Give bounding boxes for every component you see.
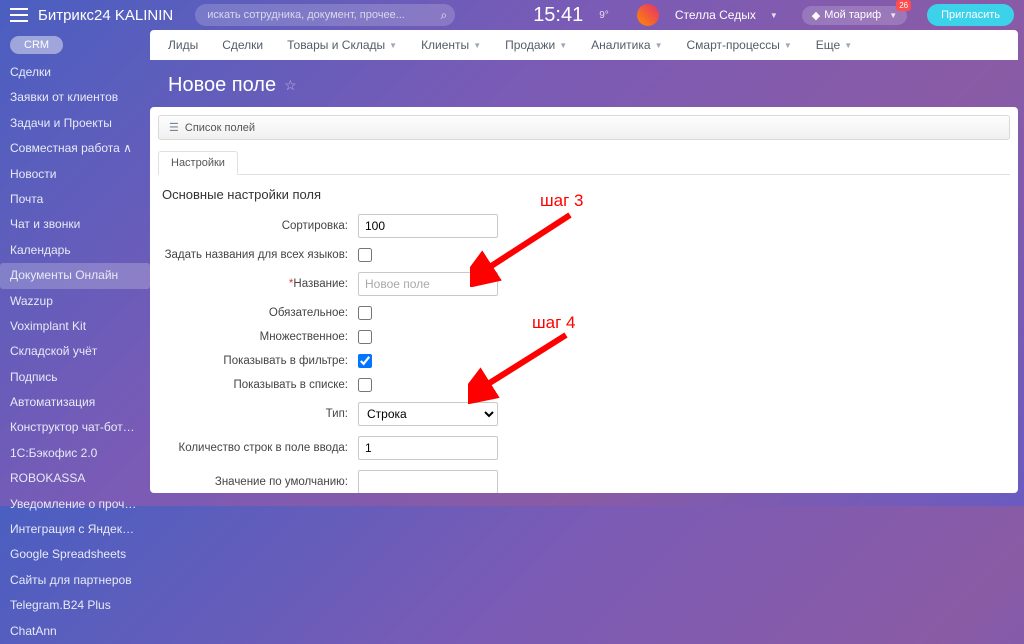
sidebar-item[interactable]: Совместная работа ∧ xyxy=(0,136,150,161)
star-icon[interactable]: ☆ xyxy=(284,77,297,94)
sidebar-item[interactable]: Чат и звонки xyxy=(0,212,150,237)
label-list: Показывать в списке: xyxy=(158,379,358,391)
sidebar-item[interactable]: Складской учёт xyxy=(0,339,150,364)
rows-input[interactable] xyxy=(358,436,498,460)
crm-pill[interactable]: CRM xyxy=(10,36,63,54)
search-icon[interactable]: ⌕ xyxy=(441,8,448,23)
label-alllang: Задать названия для всех языков: xyxy=(158,249,358,261)
label-required: Обязательное: xyxy=(158,307,358,319)
nav-tab[interactable]: Лиды xyxy=(168,38,198,52)
sidebar-item[interactable]: ChatAnn xyxy=(0,619,150,644)
hamburger-icon[interactable] xyxy=(10,8,28,22)
sidebar: CRM СделкиЗаявки от клиентовЗадачи и Про… xyxy=(0,30,150,506)
username[interactable]: Стелла Седых xyxy=(675,8,756,22)
shield-icon: ◆ xyxy=(812,9,820,22)
sidebar-item[interactable]: Voximplant Kit xyxy=(0,314,150,339)
sidebar-item[interactable]: Сайты для партнеров xyxy=(0,568,150,593)
clock: 15:41 xyxy=(533,4,583,27)
chevron-down-icon: ▼ xyxy=(784,41,792,50)
sidebar-item[interactable]: Заявки от клиентов xyxy=(0,85,150,110)
name-input[interactable] xyxy=(358,272,498,296)
chevron-down-icon: ▼ xyxy=(559,41,567,50)
sidebar-item[interactable]: ROBOKASSA xyxy=(0,466,150,491)
filter-checkbox[interactable] xyxy=(358,354,372,368)
nav-tab[interactable]: Сделки xyxy=(222,38,263,52)
nav-tab[interactable]: Аналитика▼ xyxy=(591,38,662,52)
chevron-down-icon: ▼ xyxy=(655,41,663,50)
sidebar-item[interactable]: Уведомление о прочтен... xyxy=(0,492,150,517)
required-checkbox[interactable] xyxy=(358,306,372,320)
list-icon: ☰ xyxy=(169,121,179,134)
field-list-link[interactable]: ☰ Список полей xyxy=(158,115,1010,140)
tariff-badge: 26 xyxy=(896,0,911,11)
nav-tab[interactable]: Клиенты▼ xyxy=(421,38,481,52)
list-checkbox[interactable] xyxy=(358,378,372,392)
label-rows: Количество строк в поле ввода: xyxy=(158,442,358,454)
page-title: Новое поле xyxy=(168,74,276,97)
label-filter: Показывать в фильтре: xyxy=(158,355,358,367)
sidebar-item[interactable]: Автоматизация xyxy=(0,390,150,415)
nav-tab[interactable]: Продажи▼ xyxy=(505,38,567,52)
chevron-down-icon: ▼ xyxy=(844,41,852,50)
tariff-label: Мой тариф xyxy=(824,9,881,21)
brand-title: Битрикс24 KALININ xyxy=(38,7,173,24)
sidebar-item[interactable]: Календарь xyxy=(0,238,150,263)
label-sort: Сортировка: xyxy=(158,220,358,232)
label-name: *Название: xyxy=(158,278,358,290)
nav-tab[interactable]: Смарт-процессы▼ xyxy=(686,38,791,52)
sidebar-item[interactable]: Сделки xyxy=(0,60,150,85)
alllang-checkbox[interactable] xyxy=(358,248,372,262)
field-list-label: Список полей xyxy=(185,122,255,134)
tab-settings[interactable]: Настройки xyxy=(158,151,238,175)
sidebar-item[interactable]: Задачи и Проекты xyxy=(0,111,150,136)
sort-input[interactable] xyxy=(358,214,498,238)
search-input[interactable] xyxy=(195,4,455,26)
weather-badge: 9° xyxy=(599,10,609,21)
sidebar-item[interactable]: Google Spreadsheets xyxy=(0,542,150,567)
sidebar-item[interactable]: Почта xyxy=(0,187,150,212)
invite-button[interactable]: Пригласить xyxy=(927,4,1014,26)
sidebar-item[interactable]: Wazzup xyxy=(0,289,150,314)
sidebar-item[interactable]: Telegram.B24 Plus xyxy=(0,593,150,618)
sidebar-item[interactable]: Документы Онлайн xyxy=(0,263,150,288)
chevron-down-icon: ▼ xyxy=(389,41,397,50)
avatar[interactable] xyxy=(637,4,659,26)
chevron-down-icon: ▼ xyxy=(889,11,897,20)
label-type: Тип: xyxy=(158,408,358,420)
type-select[interactable]: Строка xyxy=(358,402,498,426)
sidebar-item[interactable]: Новости xyxy=(0,162,150,187)
sidebar-item[interactable]: Подпись xyxy=(0,365,150,390)
tariff-button[interactable]: ◆ Мой тариф ▼ 26 xyxy=(802,6,907,25)
sidebar-item[interactable]: Конструктор чат-ботов Z... xyxy=(0,415,150,440)
nav-tab[interactable]: Еще▼ xyxy=(816,38,852,52)
sidebar-item[interactable]: 1С:Бэкофис 2.0 xyxy=(0,441,150,466)
section-title: Основные настройки поля xyxy=(162,187,1010,202)
default-input[interactable] xyxy=(358,470,498,493)
label-default: Значение по умолчанию: xyxy=(158,476,358,488)
label-multiple: Множественное: xyxy=(158,331,358,343)
nav-tab[interactable]: Товары и Склады▼ xyxy=(287,38,397,52)
chevron-down-icon[interactable]: ▼ xyxy=(770,11,778,20)
chevron-down-icon: ▼ xyxy=(473,41,481,50)
sidebar-item[interactable]: Интеграция с Яндекс.Диск xyxy=(0,517,150,542)
multiple-checkbox[interactable] xyxy=(358,330,372,344)
tabstrip: Лиды Сделки Товары и Склады▼ Клиенты▼ Продаж… xyxy=(150,30,1018,60)
